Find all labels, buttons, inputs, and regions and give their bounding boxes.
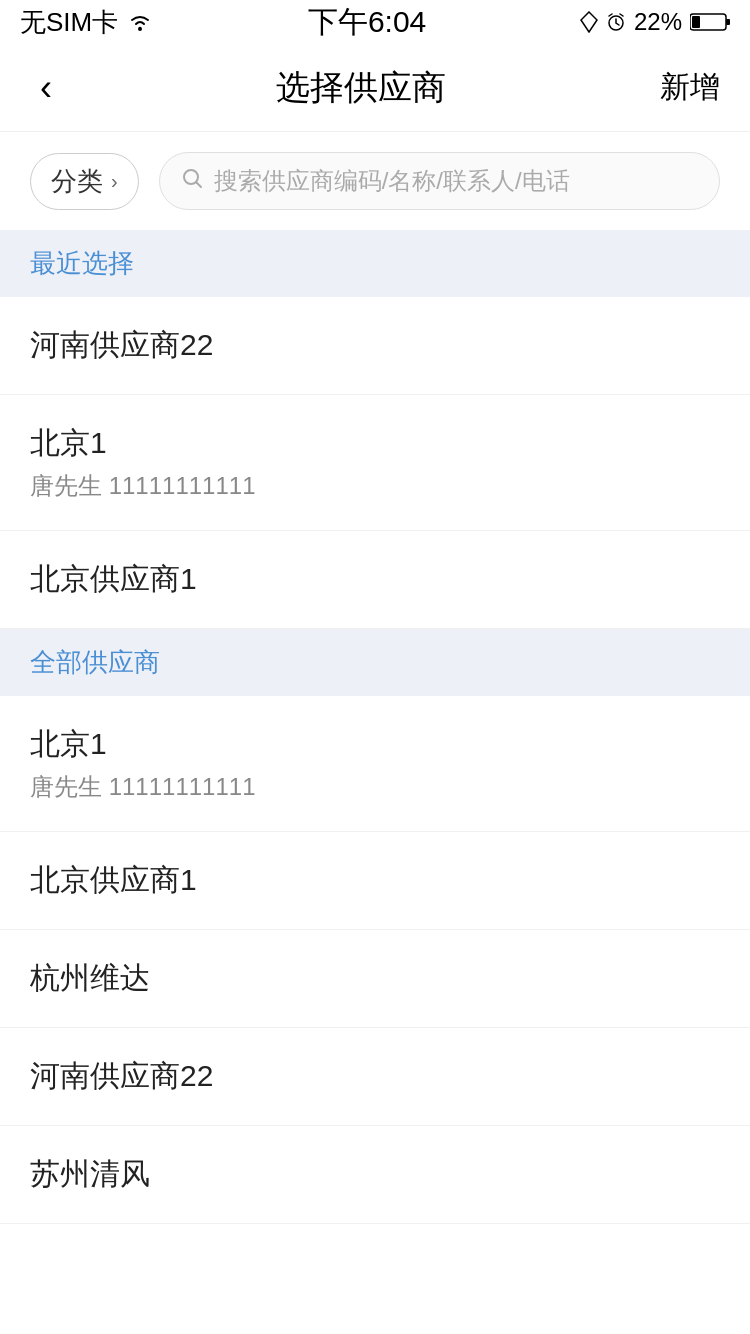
recent-list-item[interactable]: 北京1 唐先生 11111111111 bbox=[0, 395, 750, 531]
all-list: 北京1 唐先生 11111111111 北京供应商1 杭州维达河南供应商22 苏州清… bbox=[0, 696, 750, 1224]
carrier-text: 无SIM卡 bbox=[20, 5, 118, 40]
status-bar: 无SIM卡 下午6:04 22% bbox=[0, 0, 750, 44]
nav-bar: ‹ 选择供应商 新增 bbox=[0, 44, 750, 132]
all-header-text: 全部供应商 bbox=[30, 647, 160, 677]
recent-header-text: 最近选择 bbox=[30, 248, 134, 278]
supplier-name: 杭州维达 bbox=[30, 958, 720, 999]
search-box[interactable]: 搜索供应商编码/名称/联系人/电话 bbox=[159, 152, 720, 210]
recent-list: 河南供应商22 北京1 唐先生 11111111111 北京供应商1 bbox=[0, 297, 750, 629]
location-icon bbox=[580, 11, 598, 33]
all-list-item[interactable]: 苏州清风 bbox=[0, 1126, 750, 1224]
supplier-name: 北京供应商1 bbox=[30, 559, 720, 600]
supplier-name: 北京1 bbox=[30, 724, 720, 765]
supplier-contact: 唐先生 11111111111 bbox=[30, 771, 720, 803]
battery-text: 22% bbox=[634, 8, 682, 36]
status-time: 下午6:04 bbox=[308, 2, 426, 43]
supplier-name: 苏州清风 bbox=[30, 1154, 720, 1195]
status-right: 22% bbox=[580, 8, 730, 36]
all-list-item[interactable]: 北京1 唐先生 11111111111 bbox=[0, 696, 750, 832]
search-placeholder: 搜索供应商编码/名称/联系人/电话 bbox=[214, 165, 570, 197]
all-list-item[interactable]: 北京供应商1 bbox=[0, 832, 750, 930]
page-title: 选择供应商 bbox=[276, 65, 446, 111]
back-button[interactable]: ‹ bbox=[30, 57, 62, 119]
battery-icon bbox=[690, 12, 730, 32]
alarm-icon bbox=[606, 12, 626, 32]
all-list-item[interactable]: 河南供应商22 bbox=[0, 1028, 750, 1126]
recent-list-item[interactable]: 河南供应商22 bbox=[0, 297, 750, 395]
wifi-icon bbox=[126, 12, 154, 32]
supplier-name: 北京1 bbox=[30, 423, 720, 464]
supplier-contact: 唐先生 11111111111 bbox=[30, 470, 720, 502]
status-left: 无SIM卡 bbox=[20, 5, 154, 40]
category-button[interactable]: 分类 › bbox=[30, 153, 139, 210]
supplier-name: 河南供应商22 bbox=[30, 1056, 720, 1097]
supplier-name: 北京供应商1 bbox=[30, 860, 720, 901]
all-section-header: 全部供应商 bbox=[0, 629, 750, 696]
add-button[interactable]: 新增 bbox=[660, 67, 720, 108]
recent-section-header: 最近选择 bbox=[0, 230, 750, 297]
category-label: 分类 bbox=[51, 164, 103, 199]
recent-list-item[interactable]: 北京供应商1 bbox=[0, 531, 750, 629]
all-list-item[interactable]: 杭州维达 bbox=[0, 930, 750, 1028]
svg-point-0 bbox=[138, 27, 142, 31]
chevron-right-icon: › bbox=[111, 170, 118, 193]
supplier-name: 河南供应商22 bbox=[30, 325, 720, 366]
filter-bar: 分类 › 搜索供应商编码/名称/联系人/电话 bbox=[0, 132, 750, 230]
svg-rect-4 bbox=[692, 16, 700, 28]
svg-rect-3 bbox=[726, 19, 730, 25]
search-icon bbox=[180, 166, 204, 196]
